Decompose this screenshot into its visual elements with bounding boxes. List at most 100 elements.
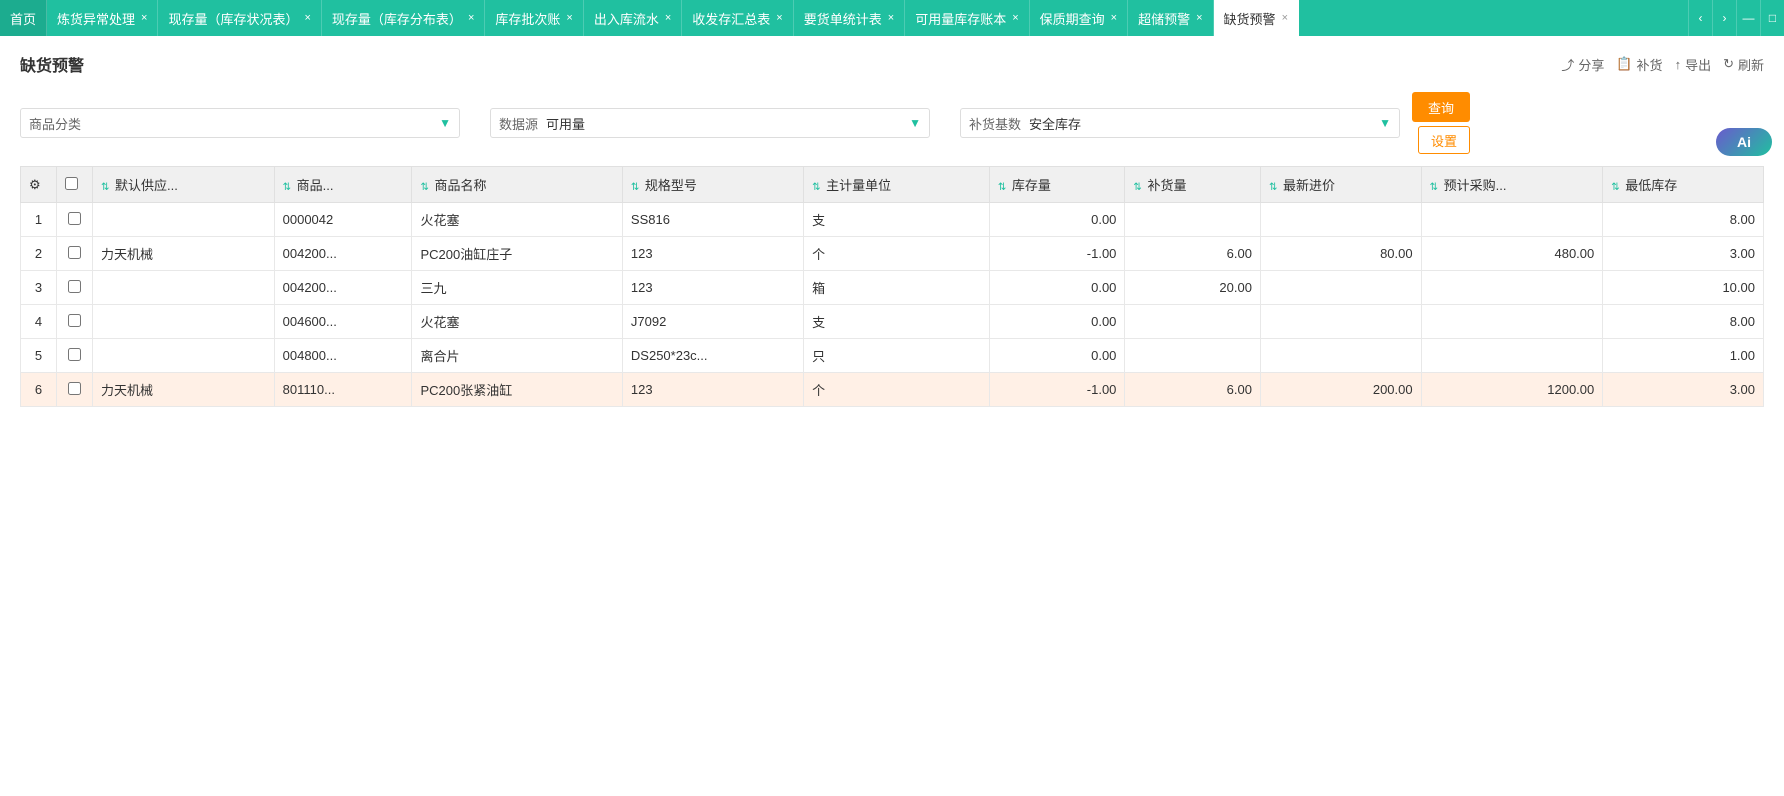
row-num: 6 [21, 373, 57, 407]
close-tab-req-stat[interactable]: × [888, 12, 894, 24]
nav-arrows: ‹ › — □ [1688, 0, 1784, 36]
tab-abnormal[interactable]: 炼货异常处理 × [47, 0, 158, 36]
close-tab-batch-account[interactable]: × [566, 12, 572, 24]
row-latest-price: 200.00 [1260, 373, 1421, 407]
row-checkbox[interactable] [68, 280, 81, 293]
column-stock[interactable]: ⇅ 库存量 [989, 167, 1125, 203]
table-row: 1 0000042 火花塞 SS816 支 0.00 8.00 [21, 203, 1764, 237]
column-supplement-qty[interactable]: ⇅ 补货量 [1125, 167, 1261, 203]
column-product-name[interactable]: ⇅ 商品名称 [412, 167, 622, 203]
column-min-stock[interactable]: ⇅ 最低库存 [1603, 167, 1764, 203]
refresh-button[interactable]: ↻ 刷新 [1723, 55, 1764, 74]
export-button[interactable]: ↑ 导出 [1675, 55, 1712, 74]
supplement-base-arrow-icon: ▼ [1379, 116, 1391, 130]
row-est-purchase [1421, 339, 1603, 373]
row-product-code: 004200... [274, 271, 412, 305]
nav-prev-btn[interactable]: ‹ [1688, 0, 1712, 36]
top-nav: 首页 炼货异常处理 × 现存量（库存状况表） × 现存量（库存分布表） × 库存… [0, 0, 1784, 36]
column-product-code[interactable]: ⇅ 商品... [274, 167, 412, 203]
tab-req-stat[interactable]: 要货单统计表 × [794, 0, 905, 36]
close-tab-shortage[interactable]: × [1282, 12, 1288, 24]
sort-icon-supplier: ⇅ [101, 182, 109, 193]
row-checkbox-cell[interactable] [57, 373, 93, 407]
nav-next-btn[interactable]: › [1712, 0, 1736, 36]
row-checkbox[interactable] [68, 212, 81, 225]
ai-fab-button[interactable]: Ai [1716, 128, 1772, 156]
table-header-row: ⚙ ⇅ 默认供应... ⇅ 商品... ⇅ 商品名称 ⇅ [21, 167, 1764, 203]
close-tab-abnormal[interactable]: × [141, 12, 147, 24]
share-button[interactable]: ⤴ 分享 [1561, 55, 1604, 74]
header-actions: ⤴ 分享 📋 补货 ↑ 导出 ↻ 刷新 [1561, 55, 1764, 74]
row-unit: 支 [804, 305, 990, 339]
supplement-base-label: 补货基数 [969, 114, 1021, 133]
row-spec: DS250*23c... [622, 339, 803, 373]
row-product-name: 火花塞 [412, 305, 622, 339]
row-num: 3 [21, 271, 57, 305]
close-tab-overstock[interactable]: × [1196, 12, 1202, 24]
select-all-checkbox[interactable] [65, 177, 78, 190]
tab-inventory-dist[interactable]: 现存量（库存分布表） × [322, 0, 485, 36]
nav-minimize-btn[interactable]: — [1736, 0, 1760, 36]
page-header: 缺货预警 ⤴ 分享 📋 补货 ↑ 导出 ↻ 刷新 [20, 52, 1764, 76]
tab-overstock[interactable]: 超储预警 × [1128, 0, 1213, 36]
nav-maximize-btn[interactable]: □ [1760, 0, 1784, 36]
row-unit: 只 [804, 339, 990, 373]
tab-recv-summary[interactable]: 收发存汇总表 × [682, 0, 793, 36]
sort-icon-unit: ⇅ [812, 182, 820, 193]
row-product-name: 离合片 [412, 339, 622, 373]
column-spec[interactable]: ⇅ 规格型号 [622, 167, 803, 203]
supplement-button[interactable]: 📋 补货 [1616, 55, 1662, 74]
row-est-purchase [1421, 271, 1603, 305]
row-checkbox-cell[interactable] [57, 305, 93, 339]
column-settings[interactable]: ⚙ [21, 167, 57, 203]
row-checkbox-cell[interactable] [57, 271, 93, 305]
column-checkbox[interactable] [57, 167, 93, 203]
row-supplier: 力天机械 [93, 373, 275, 407]
row-spec: J7092 [622, 305, 803, 339]
row-supplier [93, 203, 275, 237]
column-est-purchase[interactable]: ⇅ 预计采购... [1421, 167, 1603, 203]
row-stock: 0.00 [989, 305, 1125, 339]
close-tab-inventory-dist[interactable]: × [468, 12, 474, 24]
row-checkbox[interactable] [68, 348, 81, 361]
tab-expiry[interactable]: 保质期查询 × [1030, 0, 1128, 36]
row-checkbox[interactable] [68, 382, 81, 395]
supplement-base-value[interactable]: 安全库存 [1029, 114, 1371, 133]
row-checkbox-cell[interactable] [57, 237, 93, 271]
row-stock: -1.00 [989, 373, 1125, 407]
row-checkbox[interactable] [68, 246, 81, 259]
export-icon: ↑ [1675, 57, 1682, 72]
close-tab-avail-ledger[interactable]: × [1012, 12, 1018, 24]
settings-button[interactable]: 设置 [1418, 126, 1470, 154]
tab-inout-flow[interactable]: 出入库流水 × [584, 0, 682, 36]
column-unit[interactable]: ⇅ 主计量单位 [804, 167, 990, 203]
datasource-value[interactable]: 可用量 [546, 114, 901, 133]
row-checkbox-cell[interactable] [57, 339, 93, 373]
row-est-purchase [1421, 203, 1603, 237]
row-latest-price [1260, 305, 1421, 339]
sort-icon-est-purchase: ⇅ [1430, 182, 1438, 193]
tab-inventory-status[interactable]: 现存量（库存状况表） × [158, 0, 321, 36]
row-num: 4 [21, 305, 57, 339]
close-tab-recv-summary[interactable]: × [776, 12, 782, 24]
row-checkbox-cell[interactable] [57, 203, 93, 237]
row-supplement-qty [1125, 305, 1261, 339]
row-product-code: 801110... [274, 373, 412, 407]
close-tab-expiry[interactable]: × [1111, 12, 1117, 24]
row-checkbox[interactable] [68, 314, 81, 327]
row-supplement-qty: 20.00 [1125, 271, 1261, 305]
tab-avail-ledger[interactable]: 可用量库存账本 × [905, 0, 1029, 36]
tab-home[interactable]: 首页 [0, 0, 47, 36]
row-product-name: PC200油缸庄子 [412, 237, 622, 271]
column-latest-price[interactable]: ⇅ 最新进价 [1260, 167, 1421, 203]
page-title: 缺货预警 [20, 52, 84, 76]
column-supplier[interactable]: ⇅ 默认供应... [93, 167, 275, 203]
query-button[interactable]: 查询 [1412, 92, 1470, 122]
row-min-stock: 8.00 [1603, 305, 1764, 339]
close-tab-inout-flow[interactable]: × [665, 12, 671, 24]
close-tab-inventory-status[interactable]: × [304, 12, 310, 24]
tab-shortage[interactable]: 缺货预警 × [1214, 0, 1299, 36]
refresh-icon: ↻ [1723, 56, 1734, 72]
tab-batch-account[interactable]: 库存批次账 × [485, 0, 583, 36]
datasource-label: 数据源 [499, 114, 538, 133]
